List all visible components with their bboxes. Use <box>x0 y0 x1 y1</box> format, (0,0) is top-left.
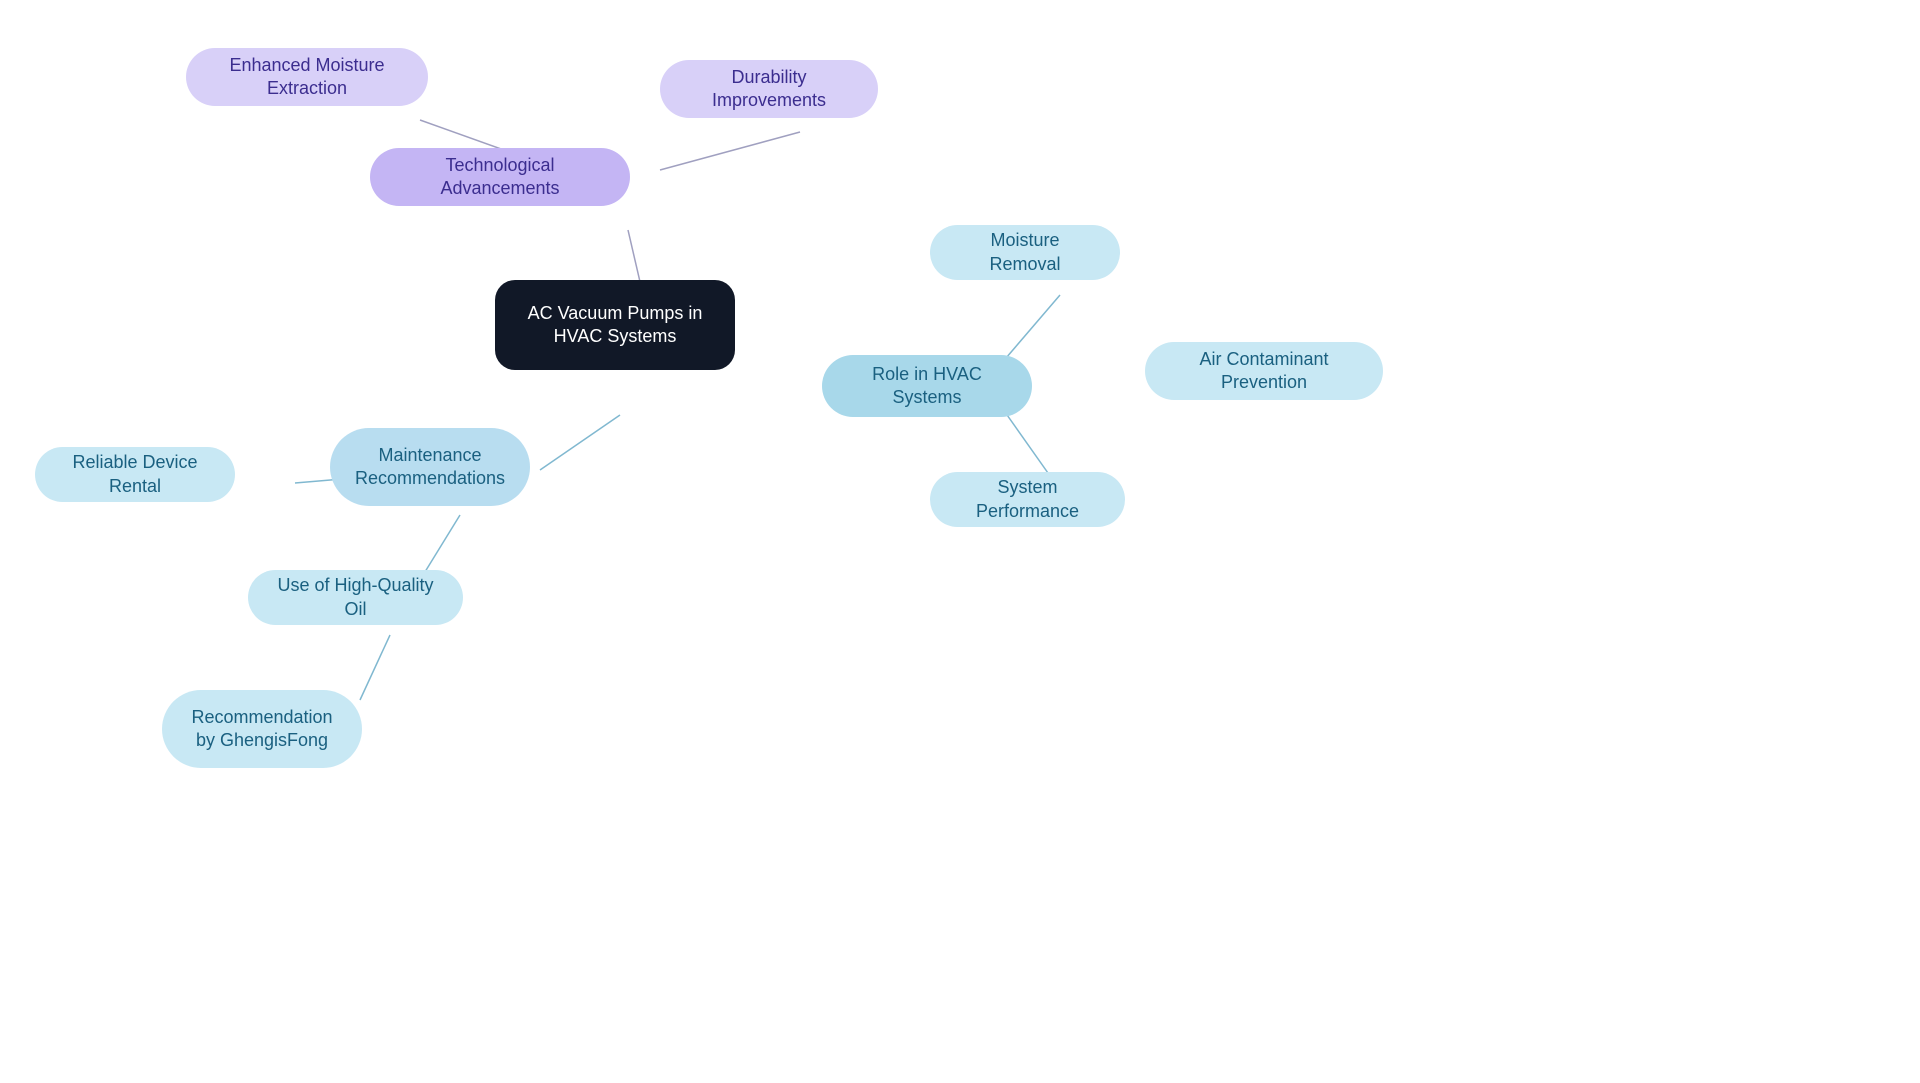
durability-label: Durability Improvements <box>688 66 850 113</box>
reliable-device-label: Reliable Device Rental <box>63 451 207 498</box>
maintenance-label: Maintenance Recommendations <box>355 444 505 491</box>
technological-advancements-node[interactable]: Technological Advancements <box>370 148 630 206</box>
air-contaminant-label: Air Contaminant Prevention <box>1173 348 1355 395</box>
reliable-device-node[interactable]: Reliable Device Rental <box>35 447 235 502</box>
role-hvac-label: Role in HVAC Systems <box>850 363 1004 410</box>
enhanced-moisture-label: Enhanced Moisture Extraction <box>214 54 400 101</box>
enhanced-moisture-node[interactable]: Enhanced Moisture Extraction <box>186 48 428 106</box>
high-quality-oil-node[interactable]: Use of High-Quality Oil <box>248 570 463 625</box>
durability-node[interactable]: Durability Improvements <box>660 60 878 118</box>
moisture-removal-label: Moisture Removal <box>958 229 1092 276</box>
system-performance-node[interactable]: System Performance <box>930 472 1125 527</box>
moisture-removal-node[interactable]: Moisture Removal <box>930 225 1120 280</box>
recommendation-node[interactable]: Recommendation by GhengisFong <box>162 690 362 768</box>
recommendation-label: Recommendation by GhengisFong <box>190 706 334 753</box>
high-quality-oil-label: Use of High-Quality Oil <box>276 574 435 621</box>
technological-advancements-label: Technological Advancements <box>398 154 602 201</box>
system-performance-label: System Performance <box>958 476 1097 523</box>
center-label: AC Vacuum Pumps in HVAC Systems <box>523 302 707 349</box>
maintenance-node[interactable]: Maintenance Recommendations <box>330 428 530 506</box>
role-hvac-node[interactable]: Role in HVAC Systems <box>822 355 1032 417</box>
mind-map-connections <box>0 0 1920 1083</box>
center-node[interactable]: AC Vacuum Pumps in HVAC Systems <box>495 280 735 370</box>
air-contaminant-node[interactable]: Air Contaminant Prevention <box>1145 342 1383 400</box>
